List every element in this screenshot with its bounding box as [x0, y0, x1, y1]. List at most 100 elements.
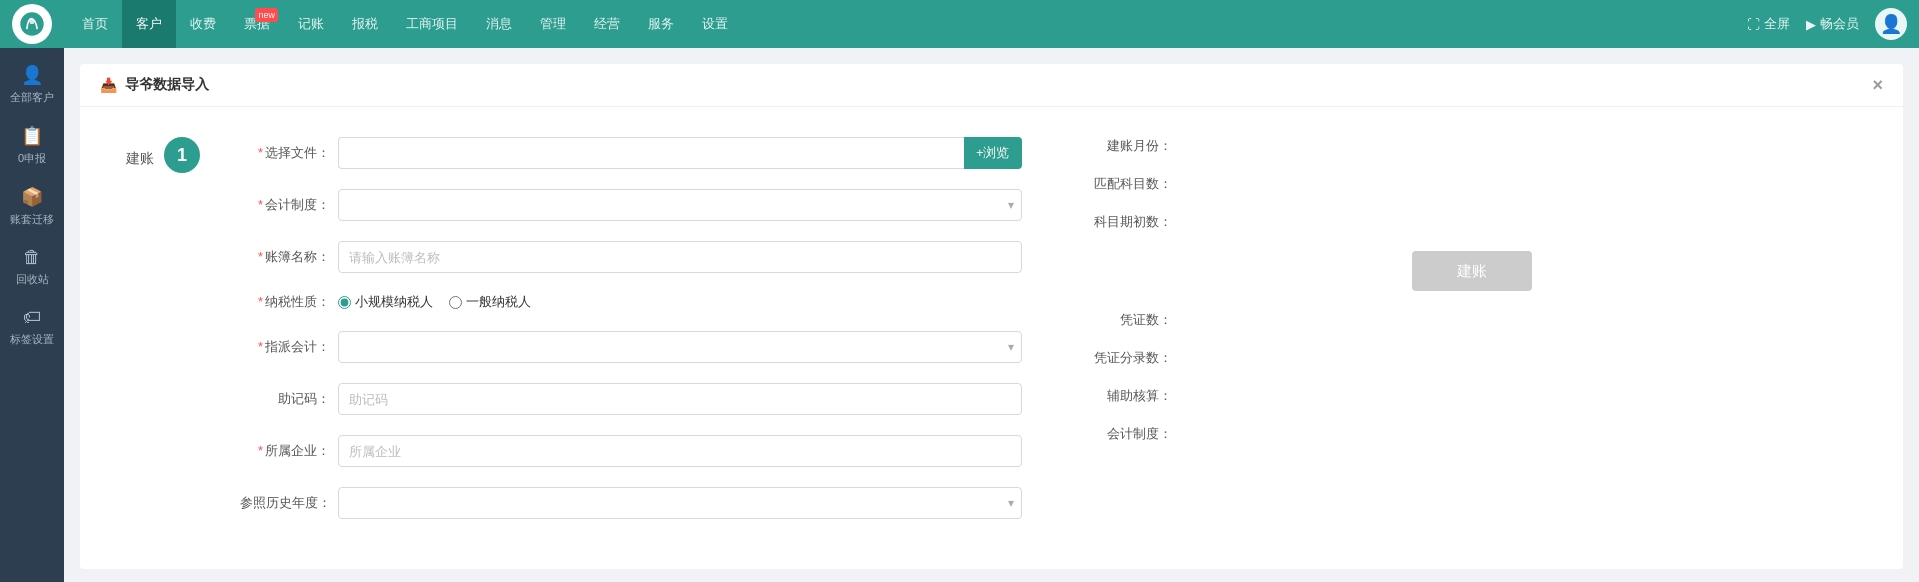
- app-logo[interactable]: [12, 4, 52, 44]
- memo-code-label: 助记码：: [240, 390, 330, 408]
- memo-code-input[interactable]: [338, 383, 1022, 415]
- sidebar-item-recycle[interactable]: 🗑 回收站: [4, 239, 60, 295]
- import-icon: 📥: [100, 77, 117, 93]
- nav-item-accounting[interactable]: 记账: [284, 0, 338, 48]
- migration-icon: 📦: [21, 186, 43, 208]
- nav-item-home[interactable]: 首页: [68, 0, 122, 48]
- dialog-title: 导爷数据导入: [125, 76, 209, 94]
- nav-item-business[interactable]: 工商项目: [392, 0, 472, 48]
- form-row-company: 所属企业：: [240, 435, 1022, 467]
- step-badge: 1: [164, 137, 200, 173]
- nav-item-settings[interactable]: 设置: [688, 0, 742, 48]
- tax-small-radio[interactable]: [338, 296, 351, 309]
- top-nav: 首页 客户 收费 票据 new 记账 报税 工商项目 消息 管理 经营 服务 设…: [0, 0, 1919, 48]
- tag-icon: 🏷: [23, 307, 41, 328]
- history-year-select-wrap: [338, 487, 1022, 519]
- voucher-count-label: 凭证数：: [1082, 311, 1172, 329]
- sidebar-item-label: 回收站: [16, 272, 49, 287]
- sidebar-item-label: 账套迁移: [10, 212, 54, 227]
- fullscreen-icon: ⛶: [1747, 17, 1760, 32]
- nav-item-customers[interactable]: 客户: [122, 0, 176, 48]
- form-left-col: 选择文件： +浏览 会计制度：: [240, 137, 1022, 539]
- sidebar-item-all-customers[interactable]: 👤 全部客户: [4, 56, 60, 113]
- tax-general-radio[interactable]: [449, 296, 462, 309]
- accounting-system-select[interactable]: [338, 189, 1022, 221]
- nav-item-fees[interactable]: 收费: [176, 0, 230, 48]
- form-right-col: 建账月份： 匹配科目数： 科目期初数：: [1082, 137, 1864, 539]
- sidebar-item-label: 标签设置: [10, 332, 54, 347]
- tax-small-radio-label[interactable]: 小规模纳税人: [338, 293, 433, 311]
- nav-items: 首页 客户 收费 票据 new 记账 报税 工商项目 消息 管理 经营 服务 设…: [68, 0, 1747, 48]
- voucher-entries-label: 凭证分录数：: [1082, 349, 1172, 367]
- close-button[interactable]: ×: [1872, 76, 1883, 94]
- user-avatar[interactable]: 👤: [1875, 8, 1907, 40]
- accounting-system-label: 会计制度：: [240, 196, 330, 214]
- sidebar-item-declaration[interactable]: 📋 0申报: [4, 117, 60, 174]
- card-body: 建账 1 选择文件： +浏览: [80, 107, 1903, 569]
- play-icon: ▶: [1806, 17, 1816, 32]
- avatar-icon: 👤: [1880, 13, 1902, 35]
- all-customers-icon: 👤: [21, 64, 43, 86]
- accountant-label: 指派会计：: [240, 338, 330, 356]
- form-row-accountant: 指派会计：: [240, 331, 1022, 363]
- history-year-select[interactable]: [338, 487, 1022, 519]
- sidebar: 👤 全部客户 📋 0申报 📦 账套迁移 🗑 回收站 🏷 标签设置: [0, 48, 64, 582]
- main-content: 📥 导爷数据导入 × 建账 1: [64, 48, 1919, 582]
- step-label: 建账: [126, 150, 154, 168]
- ledger-name-input[interactable]: [338, 241, 1022, 273]
- form-row-tax-type: 纳税性质： 小规模纳税人 一般纳税人: [240, 293, 1022, 311]
- card-header: 📥 导爷数据导入 ×: [80, 64, 1903, 107]
- svg-point-1: [29, 19, 34, 24]
- card-title-area: 📥 导爷数据导入: [100, 76, 209, 94]
- info-row-voucher-entries: 凭证分录数：: [1082, 349, 1864, 367]
- form-row-file: 选择文件： +浏览: [240, 137, 1022, 169]
- subject-init-label: 科目期初数：: [1082, 213, 1172, 231]
- sidebar-item-label: 全部客户: [10, 90, 54, 105]
- tax-small-text: 小规模纳税人: [355, 293, 433, 311]
- file-label: 选择文件：: [240, 144, 330, 162]
- tax-general-text: 一般纳税人: [466, 293, 531, 311]
- accounting-system-right-label: 会计制度：: [1082, 425, 1172, 443]
- step-section: 建账 1 选择文件： +浏览: [120, 137, 1863, 539]
- match-subjects-label: 匹配科目数：: [1082, 175, 1172, 193]
- declaration-icon: 📋: [21, 125, 43, 147]
- nav-right: ⛶ 全屏 ▶ 畅会员 👤: [1747, 8, 1907, 40]
- aux-accounting-label: 辅助核算：: [1082, 387, 1172, 405]
- accounting-system-select-wrap: [338, 189, 1022, 221]
- file-input[interactable]: [338, 137, 964, 169]
- build-btn-area: 建账: [1082, 251, 1864, 291]
- member-btn[interactable]: ▶ 畅会员: [1806, 15, 1859, 33]
- main-layout: 👤 全部客户 📋 0申报 📦 账套迁移 🗑 回收站 🏷 标签设置 📥 导: [0, 48, 1919, 582]
- form-row-ledger-name: 账簿名称：: [240, 241, 1022, 273]
- info-row-subject-init: 科目期初数：: [1082, 213, 1864, 231]
- new-badge: new: [255, 8, 278, 22]
- form-row-memo-code: 助记码：: [240, 383, 1022, 415]
- sidebar-item-tag-settings[interactable]: 🏷 标签设置: [4, 299, 60, 355]
- build-account-button[interactable]: 建账: [1412, 251, 1532, 291]
- nav-item-services[interactable]: 服务: [634, 0, 688, 48]
- sidebar-item-account-migration[interactable]: 📦 账套迁移: [4, 178, 60, 235]
- tax-type-radio-group: 小规模纳税人 一般纳税人: [338, 293, 1022, 311]
- info-row-aux-accounting: 辅助核算：: [1082, 387, 1864, 405]
- info-row-match-subjects: 匹配科目数：: [1082, 175, 1864, 193]
- nav-item-messages[interactable]: 消息: [472, 0, 526, 48]
- company-label: 所属企业：: [240, 442, 330, 460]
- history-year-label: 参照历史年度：: [240, 494, 330, 512]
- info-row-voucher-count: 凭证数：: [1082, 311, 1864, 329]
- nav-item-management[interactable]: 管理: [526, 0, 580, 48]
- nav-item-operations[interactable]: 经营: [580, 0, 634, 48]
- form-row-history-year: 参照历史年度：: [240, 487, 1022, 519]
- tax-general-radio-label[interactable]: 一般纳税人: [449, 293, 531, 311]
- account-month-label: 建账月份：: [1082, 137, 1172, 155]
- accountant-select-wrap: [338, 331, 1022, 363]
- accountant-select[interactable]: [338, 331, 1022, 363]
- info-row-accounting-system-right: 会计制度：: [1082, 425, 1864, 443]
- browse-button[interactable]: +浏览: [964, 137, 1022, 169]
- form-grid: 选择文件： +浏览 会计制度：: [240, 137, 1863, 539]
- fullscreen-btn[interactable]: ⛶ 全屏: [1747, 15, 1790, 33]
- info-row-account-month: 建账月份：: [1082, 137, 1864, 155]
- company-input[interactable]: [338, 435, 1022, 467]
- nav-item-invoices[interactable]: 票据 new: [230, 0, 284, 48]
- file-input-group: +浏览: [338, 137, 1022, 169]
- nav-item-tax[interactable]: 报税: [338, 0, 392, 48]
